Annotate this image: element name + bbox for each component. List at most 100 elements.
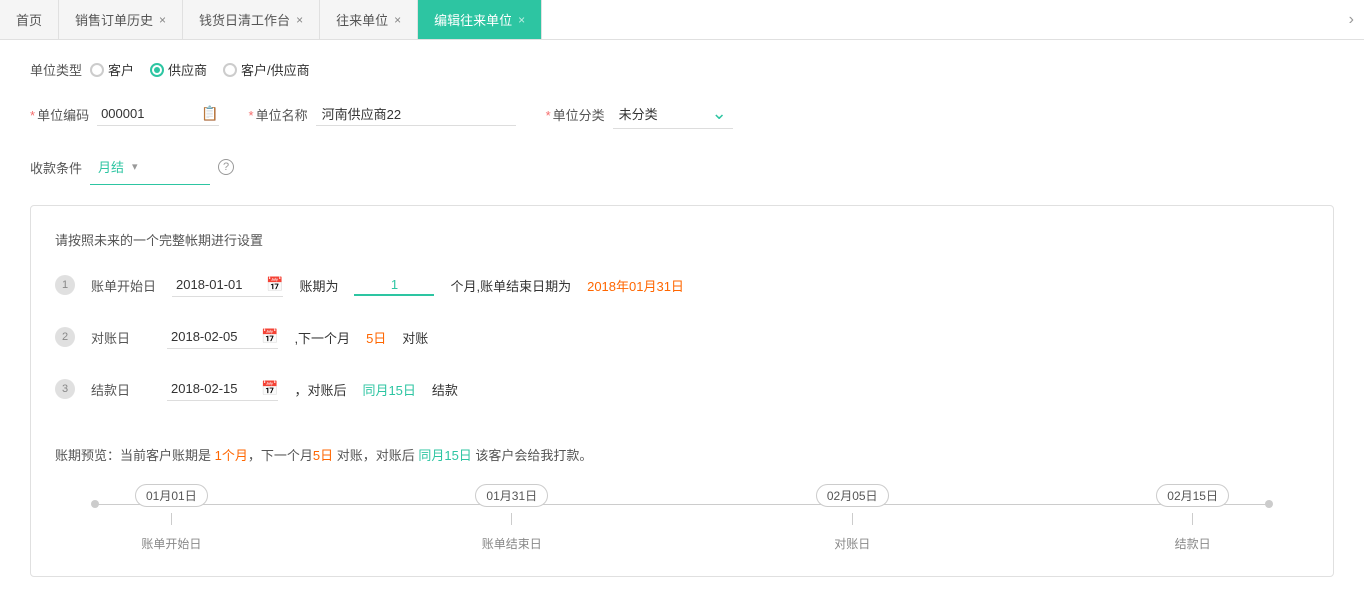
payment-date-input: 📅 <box>167 377 278 401</box>
tab-scroll-arrow[interactable]: › <box>1339 0 1364 39</box>
row-3-label: 结款日 <box>91 380 151 399</box>
tab-edit-label: 编辑往来单位 <box>434 10 512 29</box>
timeline-point-2: 02月05日 对账日 <box>816 484 889 552</box>
reconcile-suffix: 对账 <box>402 328 428 347</box>
tab-edit-counterpart[interactable]: 编辑往来单位 × <box>418 0 542 39</box>
timeline-badge-2: 02月05日 <box>816 484 889 507</box>
reconcile-date-input: 📅 <box>167 325 278 349</box>
unit-name-input[interactable] <box>316 102 516 126</box>
unit-name-label: 单位名称 <box>249 105 308 124</box>
setting-row-2: 2 对账日 📅 ,下一个月 5日 对账 <box>55 325 1309 349</box>
start-date-field[interactable] <box>172 273 262 296</box>
tab-counterpart-label: 往来单位 <box>336 10 388 29</box>
tab-bar: 首页 销售订单历史 × 钱货日清工作台 × 往来单位 × 编辑往来单位 × › <box>0 0 1364 40</box>
payment-dropdown-icon: ▾ <box>132 160 138 173</box>
radio-both[interactable]: 客户/供应商 <box>223 60 310 79</box>
unit-code-input[interactable] <box>97 102 197 125</box>
tab-sales-label: 销售订单历史 <box>75 10 153 29</box>
unit-name-group: 单位名称 <box>249 102 516 126</box>
unit-type-group: 单位类型 客户 供应商 客户/供应商 <box>30 60 310 79</box>
payment-condition-value: 月结 <box>94 153 128 180</box>
timeline-label-1: 账单结束日 <box>482 535 542 552</box>
timeline-badge-0: 01月01日 <box>135 484 208 507</box>
reconcile-prefix: ,下一个月 <box>294 328 350 347</box>
timeline-label-0: 账单开始日 <box>141 535 201 552</box>
radio-customer-label: 客户 <box>108 60 134 79</box>
row-number-1: 1 <box>55 275 75 295</box>
setting-row-1: 1 账单开始日 📅 账期为 个月,账单结束日期为 2018年01月31日 <box>55 273 1309 297</box>
settings-title: 请按照未来的一个完整帐期进行设置 <box>55 230 1309 249</box>
radio-customer[interactable]: 客户 <box>90 60 134 79</box>
timeline-point-3: 02月15日 结款日 <box>1156 484 1229 552</box>
tab-sales-order[interactable]: 销售订单历史 × <box>59 0 183 39</box>
row-1-label: 账单开始日 <box>91 276 156 295</box>
radio-group: 客户 供应商 客户/供应商 <box>90 60 310 79</box>
tab-edit-close-icon[interactable]: × <box>518 13 525 27</box>
payment-day-highlight: 同月15日 <box>362 380 415 399</box>
start-date-calendar-icon[interactable]: 📅 <box>266 276 283 293</box>
payment-date-calendar-icon[interactable]: 📅 <box>261 380 278 397</box>
end-date-highlight: 2018年01月31日 <box>587 276 684 295</box>
radio-supplier[interactable]: 供应商 <box>150 60 207 79</box>
timeline-label-3: 结款日 <box>1175 535 1211 552</box>
tab-cash-ledger[interactable]: 钱货日清工作台 × <box>183 0 320 39</box>
setting-row-3: 3 结款日 📅 ，对账后 同月15日 结款 <box>55 377 1309 401</box>
row-number-3: 3 <box>55 379 75 399</box>
timeline-point-1: 01月31日 账单结束日 <box>475 484 548 552</box>
radio-customer-circle <box>90 63 104 77</box>
timeline-label-2: 对账日 <box>834 535 870 552</box>
unit-code-group: 单位编码 📋 <box>30 102 219 126</box>
tab-cash-close-icon[interactable]: × <box>296 13 303 27</box>
help-icon[interactable]: ? <box>218 159 234 175</box>
reconcile-date-calendar-icon[interactable]: 📅 <box>261 328 278 345</box>
unit-code-icon[interactable]: 📋 <box>201 105 218 122</box>
payment-prefix: ，对账后 <box>294 380 346 399</box>
row-number-2: 2 <box>55 327 75 347</box>
radio-supplier-circle <box>150 63 164 77</box>
tab-home-label: 首页 <box>16 10 42 29</box>
payment-condition-select[interactable]: 月结 ▾ <box>90 149 210 185</box>
timeline-wrapper: 01月01日 账单开始日 01月31日 账单结束日 02月05日 对账日 <box>55 484 1309 552</box>
unit-info-row: 单位编码 📋 单位名称 单位分类 未分类 ⌄ <box>30 99 1334 129</box>
radio-supplier-label: 供应商 <box>168 60 207 79</box>
timeline-vline-2 <box>852 513 853 525</box>
start-date-input: 📅 <box>172 273 283 297</box>
unit-code-label: 单位编码 <box>30 105 89 124</box>
payment-condition-group: 收款条件 月结 ▾ ? <box>30 149 234 185</box>
timeline-badge-1: 01月31日 <box>475 484 548 507</box>
settings-box: 请按照未来的一个完整帐期进行设置 1 账单开始日 📅 账期为 个月,账单结束日期… <box>30 205 1334 577</box>
timeline-point-0: 01月01日 账单开始日 <box>135 484 208 552</box>
tab-sales-close-icon[interactable]: × <box>159 13 166 27</box>
payment-suffix: 结款 <box>432 380 458 399</box>
tab-counterpart[interactable]: 往来单位 × <box>320 0 418 39</box>
reconcile-day-highlight: 5日 <box>366 328 386 347</box>
unit-category-group: 单位分类 未分类 ⌄ <box>546 99 733 129</box>
radio-both-label: 客户/供应商 <box>241 60 310 79</box>
timeline-points: 01月01日 账单开始日 01月31日 账单结束日 02月05日 对账日 <box>95 484 1269 552</box>
timeline-badge-3: 02月15日 <box>1156 484 1229 507</box>
category-dropdown-icon: ⌄ <box>712 103 727 124</box>
radio-both-circle <box>223 63 237 77</box>
timeline-vline-0 <box>171 513 172 525</box>
period-prefix: 账期为 <box>299 276 338 295</box>
row-2-label: 对账日 <box>91 328 151 347</box>
unit-type-row: 单位类型 客户 供应商 客户/供应商 <box>30 60 1334 79</box>
preview-text: 账期预览：当前客户账期是 1个月，下一个月5日 对账，对账后 同月15日 该客户… <box>55 445 1309 464</box>
reconcile-date-field[interactable] <box>167 325 257 348</box>
payment-condition-label: 收款条件 <box>30 158 82 177</box>
payment-condition-row: 收款条件 月结 ▾ ? <box>30 149 1334 185</box>
unit-category-value: 未分类 <box>619 104 658 123</box>
timeline-vline-3 <box>1192 513 1193 525</box>
preview-section: 账期预览：当前客户账期是 1个月，下一个月5日 对账，对账后 同月15日 该客户… <box>55 429 1309 552</box>
period-input[interactable] <box>354 275 434 296</box>
tab-cash-label: 钱货日清工作台 <box>199 10 290 29</box>
payment-date-field[interactable] <box>167 377 257 400</box>
tab-counterpart-close-icon[interactable]: × <box>394 13 401 27</box>
unit-category-select[interactable]: 未分类 ⌄ <box>613 99 733 129</box>
unit-category-label: 单位分类 <box>546 105 605 124</box>
main-content: 单位类型 客户 供应商 客户/供应商 单位编码 <box>0 40 1364 608</box>
timeline-vline-1 <box>511 513 512 525</box>
unit-type-label: 单位类型 <box>30 60 82 79</box>
period-suffix-1: 个月,账单结束日期为 <box>450 276 571 295</box>
tab-home[interactable]: 首页 <box>0 0 59 39</box>
